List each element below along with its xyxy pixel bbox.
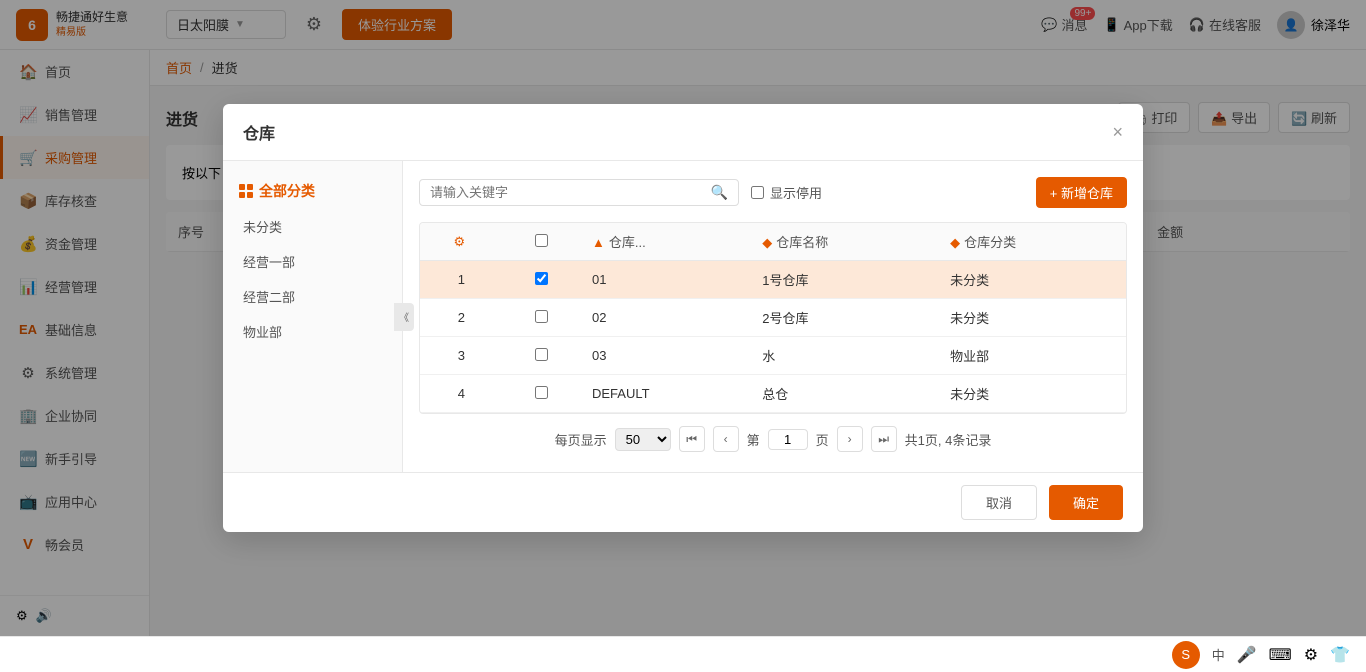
row-index: 3	[420, 337, 503, 375]
page-input[interactable]	[768, 429, 808, 450]
s-icon[interactable]: S	[1172, 641, 1200, 669]
row-code: DEFAULT	[580, 375, 750, 413]
table-row[interactable]: 1 01 1号仓库 未分类	[420, 261, 1126, 299]
category-item-ops2[interactable]: 经营二部	[223, 279, 402, 314]
search-icon[interactable]: 🔍	[711, 184, 728, 201]
all-categories-btn[interactable]: 全部分类	[223, 173, 402, 209]
warehouse-table: ⚙ ▲仓库... ◆仓库名称 ◆仓库分类 1 01 1号仓库 未分类 2	[420, 223, 1126, 413]
warehouse-table-wrap: ⚙ ▲仓库... ◆仓库名称 ◆仓库分类 1 01 1号仓库 未分类 2	[419, 222, 1127, 414]
row-checkbox[interactable]	[503, 337, 580, 375]
modal-title: 仓库	[243, 120, 275, 144]
show-disabled-checkbox[interactable]	[751, 186, 764, 199]
category-sidebar: 全部分类 未分类 经营一部 经营二部 物业部 《	[223, 161, 403, 472]
shirt-icon: 👕	[1330, 645, 1350, 665]
modal-footer: 取消 确定	[223, 472, 1143, 532]
modal-body: 全部分类 未分类 经营一部 经营二部 物业部 《 🔍 显示停用	[223, 161, 1143, 472]
category-collapse-btn[interactable]: 《	[394, 303, 414, 331]
row-code: 02	[580, 299, 750, 337]
row-checkbox[interactable]	[503, 261, 580, 299]
add-warehouse-btn[interactable]: + 新增仓库	[1036, 177, 1127, 208]
row-checkbox[interactable]	[503, 299, 580, 337]
per-page-select[interactable]: 50 100 200	[615, 428, 671, 451]
mic-icon[interactable]: 🎤	[1237, 645, 1257, 665]
th-name: ◆仓库名称	[750, 223, 938, 261]
row-category: 未分类	[938, 299, 1126, 337]
select-all-checkbox[interactable]	[535, 234, 548, 247]
th-category: ◆仓库分类	[938, 223, 1126, 261]
row-checkbox[interactable]	[503, 375, 580, 413]
table-row[interactable]: 3 03 水 物业部	[420, 337, 1126, 375]
modal-close-btn[interactable]: ×	[1112, 123, 1123, 141]
row-index: 4	[420, 375, 503, 413]
category-item-ops1[interactable]: 经营一部	[223, 244, 402, 279]
pagination-row: 每页显示 50 100 200 ⏮ ‹ 第 页 › ⏭ 共1页, 4条记录	[419, 414, 1127, 456]
table-row[interactable]: 4 DEFAULT 总仓 未分类	[420, 375, 1126, 413]
table-header-row: ⚙ ▲仓库... ◆仓库名称 ◆仓库分类	[420, 223, 1126, 261]
row-name: 总仓	[750, 375, 938, 413]
row-code: 01	[580, 261, 750, 299]
row-name: 水	[750, 337, 938, 375]
search-input-wrap: 🔍	[419, 179, 739, 206]
first-page-btn[interactable]: ⏮	[679, 426, 705, 452]
last-page-btn[interactable]: ⏭	[871, 426, 897, 452]
row-name: 1号仓库	[750, 261, 938, 299]
show-disabled-label[interactable]: 显示停用	[751, 183, 822, 202]
category-item-unclassified[interactable]: 未分类	[223, 209, 402, 244]
row-category: 物业部	[938, 337, 1126, 375]
modal-main-panel: 🔍 显示停用 + 新增仓库 ⚙ ▲仓库...	[403, 161, 1143, 472]
row-index: 1	[420, 261, 503, 299]
zh-icon: 中	[1212, 645, 1225, 664]
row-code: 03	[580, 337, 750, 375]
grid-icon	[239, 184, 253, 198]
cancel-button[interactable]: 取消	[961, 485, 1037, 520]
row-category: 未分类	[938, 375, 1126, 413]
confirm-button[interactable]: 确定	[1049, 485, 1123, 520]
modal-toolbar: 🔍 显示停用 + 新增仓库	[419, 177, 1127, 208]
row-index: 2	[420, 299, 503, 337]
table-row[interactable]: 2 02 2号仓库 未分类	[420, 299, 1126, 337]
th-settings: ⚙	[420, 223, 503, 261]
keyboard-icon[interactable]: ⌨	[1269, 645, 1292, 665]
modal-header: 仓库 ×	[223, 104, 1143, 161]
modal-overlay: 仓库 × 全部分类 未分类 经营一部 经营二部 物业部 《	[0, 0, 1366, 636]
bottom-bar: S 中 🎤 ⌨ ⚙ 👕	[0, 636, 1366, 672]
row-category: 未分类	[938, 261, 1126, 299]
settings2-icon[interactable]: ⚙	[1304, 645, 1318, 665]
modal-warehouse: 仓库 × 全部分类 未分类 经营一部 经营二部 物业部 《	[223, 104, 1143, 532]
prev-page-btn[interactable]: ‹	[713, 426, 739, 452]
th-checkbox	[503, 223, 580, 261]
search-input[interactable]	[430, 185, 705, 200]
row-name: 2号仓库	[750, 299, 938, 337]
th-code: ▲仓库...	[580, 223, 750, 261]
category-item-property[interactable]: 物业部	[223, 314, 402, 349]
next-page-btn[interactable]: ›	[837, 426, 863, 452]
